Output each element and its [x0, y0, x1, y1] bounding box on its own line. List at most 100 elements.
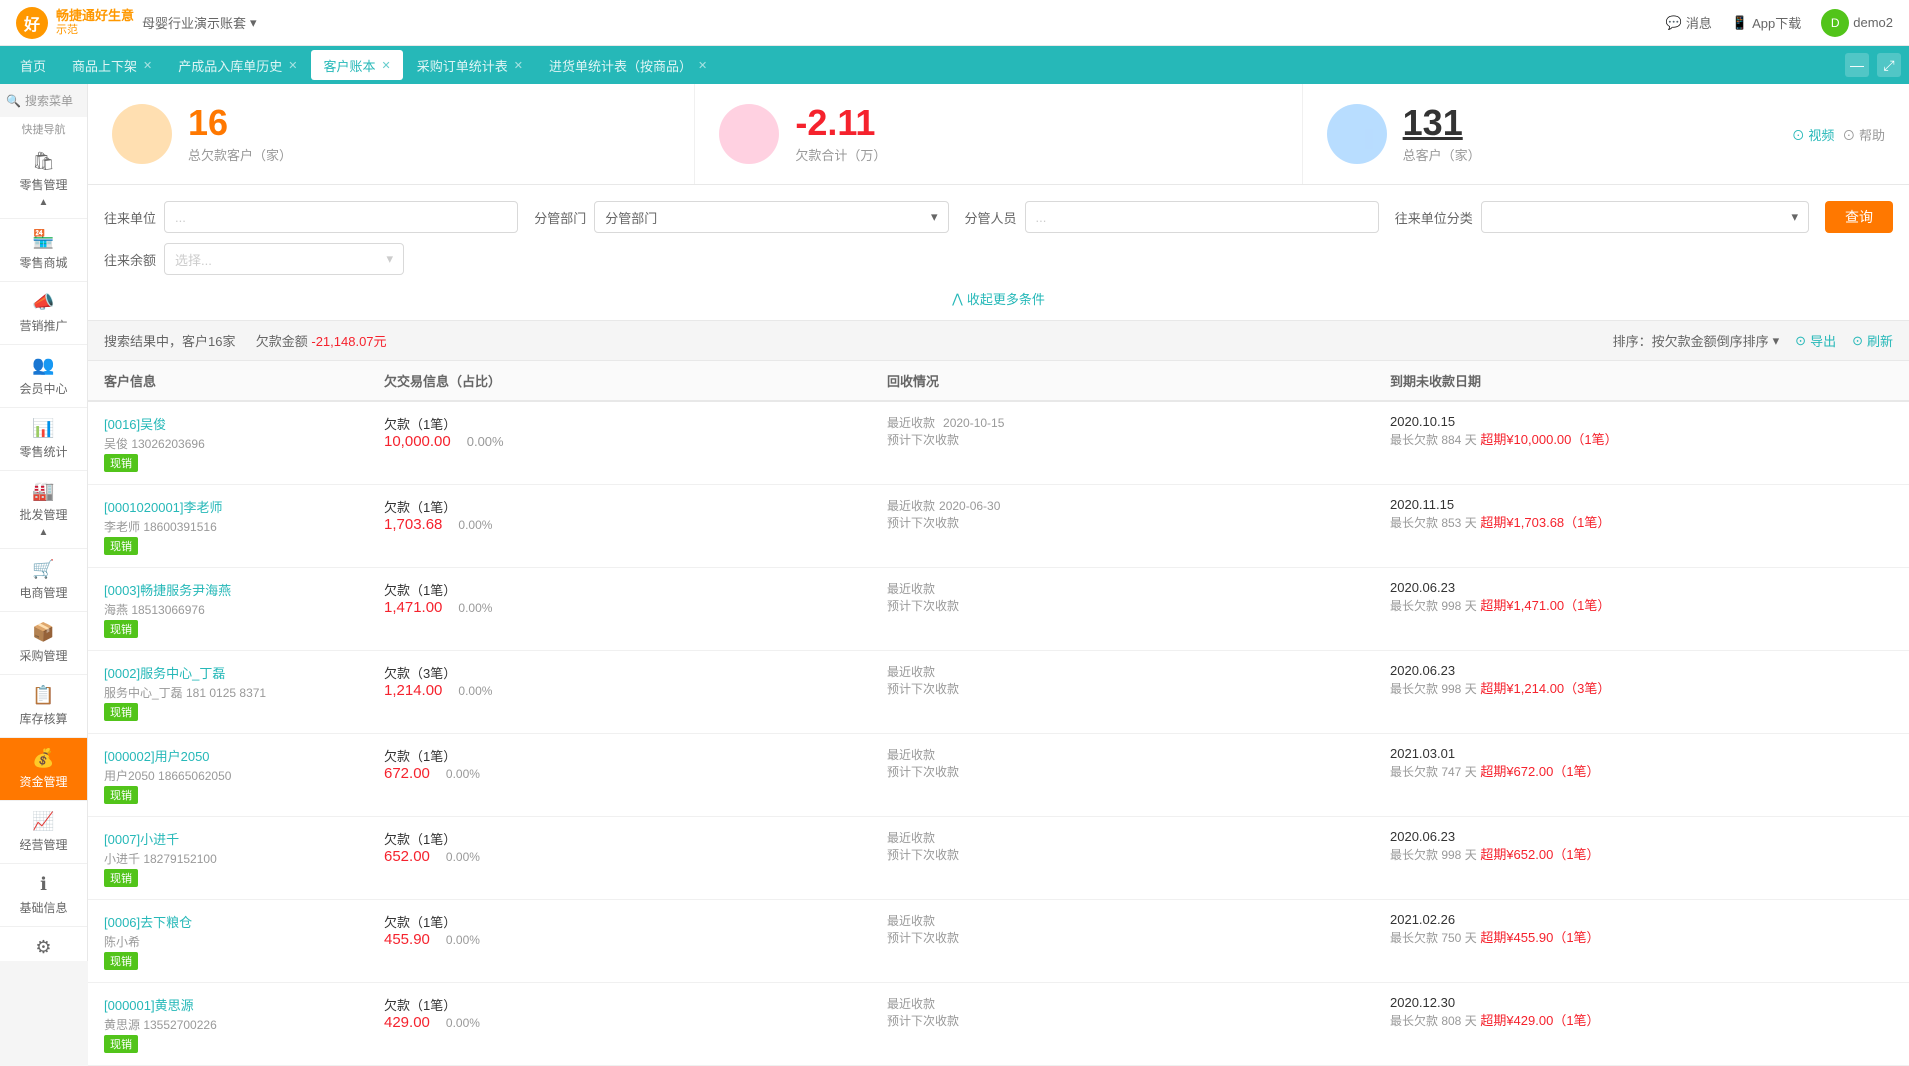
- return-cell-5: 最近收款 预计下次收款: [887, 746, 1390, 780]
- dept-input[interactable]: 分管部门 ▾: [594, 201, 948, 233]
- stat-value-customers: 16: [188, 105, 292, 141]
- customer-cell-5: [000002]用户2050 用户2050 18665062050 现销: [104, 746, 384, 804]
- filter-balance: 往来余额 选择... ▾: [104, 243, 404, 275]
- customer-name-link[interactable]: [0003]畅捷服务尹海燕: [104, 583, 231, 598]
- chevron-down-icon: ▲: [39, 197, 49, 208]
- customer-phone: 服务中心_丁磊 181 0125 8371: [104, 684, 384, 701]
- store-selector[interactable]: 母婴行业演示账套 ▾: [142, 13, 257, 32]
- customer-name-link[interactable]: [0016]吴俊: [104, 417, 166, 432]
- customer-tag: 现销: [104, 786, 138, 804]
- overdue-days: 最长欠款 884 天: [1390, 433, 1477, 447]
- phone-icon: 📱: [1732, 15, 1748, 31]
- sidebar-search[interactable]: 🔍 搜索菜单: [0, 84, 87, 117]
- table-row: [0002]服务中心_丁磊 服务中心_丁磊 181 0125 8371 现销 欠…: [88, 651, 1909, 734]
- customer-name-link[interactable]: [0006]去下粮仓: [104, 915, 192, 930]
- customer-cell-8: [000001]黄思源 黄思源 13552700226 现销: [104, 995, 384, 1053]
- customer-phone: 用户2050 18665062050: [104, 767, 384, 784]
- stat-icon-customers: [112, 104, 172, 164]
- data-table: 客户信息 欠交易信息（占比） 回收情况 到期未收款日期 [0016]吴俊 吴俊 …: [88, 361, 1909, 1066]
- table-row: [0003]畅捷服务尹海燕 海燕 18513066976 现销 欠款（1笔） 1…: [88, 568, 1909, 651]
- nav-tabs: 首页 商品上下架 ✕ 产成品入库单历史 ✕ 客户账本 ✕ 采购订单统计表 ✕ 进…: [0, 46, 1909, 84]
- view-video-btn[interactable]: ⊙ 视频: [1792, 125, 1835, 144]
- table-row: [0006]去下粮仓 陈小希 现销 欠款（1笔） 455.90 0.00% 最近…: [88, 900, 1909, 983]
- stat-icon-total: [1327, 104, 1387, 164]
- close-icon[interactable]: ✕: [143, 59, 152, 72]
- operations-icon: 📈: [32, 811, 54, 832]
- tab-product-status[interactable]: 商品上下架 ✕: [60, 50, 164, 80]
- person-input[interactable]: ...: [1025, 201, 1379, 233]
- customer-name-link[interactable]: [0007]小进千: [104, 832, 179, 847]
- members-icon: 👥: [32, 355, 54, 376]
- tab-customer-account[interactable]: 客户账本 ✕: [311, 50, 402, 80]
- person-label: 分管人员: [965, 208, 1017, 227]
- message-icon: 💬: [1666, 15, 1682, 31]
- wholesale-icon: 🏭: [32, 481, 54, 502]
- tab-production-history[interactable]: 产成品入库单历史 ✕: [166, 50, 309, 80]
- th-customer: 客户信息: [104, 371, 384, 390]
- tab-incoming-stats[interactable]: 进货单统计表（按商品） ✕: [537, 50, 719, 80]
- results-info: 搜索结果中，客户16家 欠款金额 -21,148.07元: [104, 331, 387, 350]
- customer-phone: 李老师 18600391516: [104, 518, 384, 535]
- sidebar-item-wholesale[interactable]: 🏭 批发管理 ▲: [0, 471, 87, 549]
- export-btn[interactable]: ⊙ 导出: [1795, 331, 1836, 350]
- sidebar-item-system[interactable]: ⚙ 系统管理: [0, 927, 87, 961]
- close-icon[interactable]: ✕: [288, 59, 297, 72]
- sidebar-item-retail-mgmt[interactable]: 🛍 零售管理 ▲: [0, 141, 87, 219]
- th-overdue: 到期未收款日期: [1390, 371, 1893, 390]
- help-btn[interactable]: ⊙ 帮助: [1842, 125, 1885, 144]
- sidebar-item-basic-info[interactable]: ℹ 基础信息: [0, 864, 87, 927]
- collapse-filters-btn[interactable]: ⋀ 收起更多条件: [104, 285, 1893, 312]
- unit-category-input[interactable]: ▾: [1481, 201, 1809, 233]
- sidebar-item-marketing[interactable]: 📣 营销推广: [0, 282, 87, 345]
- nav-expand-btn[interactable]: ⤢: [1877, 53, 1901, 77]
- message-btn[interactable]: 💬 消息: [1666, 13, 1712, 32]
- customer-name-link[interactable]: [000002]用户2050: [104, 749, 210, 764]
- close-icon[interactable]: ✕: [698, 59, 707, 72]
- sidebar-item-mall[interactable]: 🏪 零售商城: [0, 219, 87, 282]
- avatar: D: [1821, 9, 1849, 37]
- close-icon[interactable]: ✕: [382, 59, 391, 72]
- chevron-down-icon: ▾: [1791, 209, 1798, 225]
- customer-tag: 现销: [104, 703, 138, 721]
- sidebar-item-finance[interactable]: 💰 资金管理: [0, 738, 87, 801]
- debt-cell-2: 欠款（1笔） 1,703.68 0.00%: [384, 497, 887, 533]
- user-area[interactable]: D demo2: [1821, 9, 1893, 37]
- customer-cell-4: [0002]服务中心_丁磊 服务中心_丁磊 181 0125 8371 现销: [104, 663, 384, 721]
- sidebar-item-inventory[interactable]: 📋 库存核算: [0, 675, 87, 738]
- tab-home[interactable]: 首页: [8, 50, 58, 80]
- sort-selector[interactable]: 排序：按欠款金额倒序排序 ▾: [1613, 331, 1780, 350]
- sidebar-item-ecommerce[interactable]: 🛒 电商管理: [0, 549, 87, 612]
- customer-phone: 海燕 18513066976: [104, 601, 384, 618]
- sidebar-quick-nav[interactable]: 快捷导航: [0, 117, 87, 141]
- info-icon: ℹ: [40, 874, 47, 895]
- balance-select[interactable]: 选择... ▾: [164, 243, 404, 275]
- customer-cell-3: [0003]畅捷服务尹海燕 海燕 18513066976 现销: [104, 580, 384, 638]
- sidebar-item-members[interactable]: 👥 会员中心: [0, 345, 87, 408]
- logo-sub: 示范: [56, 24, 134, 37]
- customer-name-link[interactable]: [0002]服务中心_丁磊: [104, 666, 225, 681]
- customer-name-link[interactable]: [000001]黄思源: [104, 998, 194, 1013]
- overdue-cell-2: 2020.11.15 最长欠款 853 天 超期¥1,703.68（1笔）: [1390, 497, 1893, 531]
- debt-cell-3: 欠款（1笔） 1,471.00 0.00%: [384, 580, 887, 616]
- retail-icon: 🛍: [32, 151, 55, 172]
- debt-count: 欠款（1笔）: [384, 414, 456, 433]
- chevron-down-icon: ▾: [250, 15, 257, 31]
- app-download-btn[interactable]: 📱 App下载: [1732, 13, 1801, 32]
- search-button[interactable]: 查询: [1825, 201, 1893, 233]
- stat-card-actions: ⊙ 视频 ⊙ 帮助: [1792, 125, 1885, 144]
- table-row: [000001]黄思源 黄思源 13552700226 现销 欠款（1笔） 42…: [88, 983, 1909, 1066]
- source-unit-input[interactable]: ...: [164, 201, 518, 233]
- sidebar-item-purchase[interactable]: 📦 采购管理: [0, 612, 87, 675]
- refresh-btn[interactable]: ⊙ 刷新: [1852, 331, 1893, 350]
- customer-name-link[interactable]: [0001020001]李老师: [104, 500, 223, 515]
- nav-collapse-btn[interactable]: —: [1845, 53, 1869, 77]
- stat-info-customers: 16 总欠款客户（家）: [188, 105, 292, 164]
- sidebar-item-retail-stats[interactable]: 📊 零售统计: [0, 408, 87, 471]
- filter-unit-category: 往来单位分类 ▾: [1395, 201, 1809, 233]
- close-icon[interactable]: ✕: [514, 59, 523, 72]
- debt-cell-7: 欠款（1笔） 455.90 0.00%: [384, 912, 887, 948]
- customer-tag: 现销: [104, 537, 138, 555]
- tab-purchase-stats[interactable]: 采购订单统计表 ✕: [405, 50, 535, 80]
- sidebar-item-operations[interactable]: 📈 经营管理: [0, 801, 87, 864]
- return-cell-7: 最近收款 预计下次收款: [887, 912, 1390, 946]
